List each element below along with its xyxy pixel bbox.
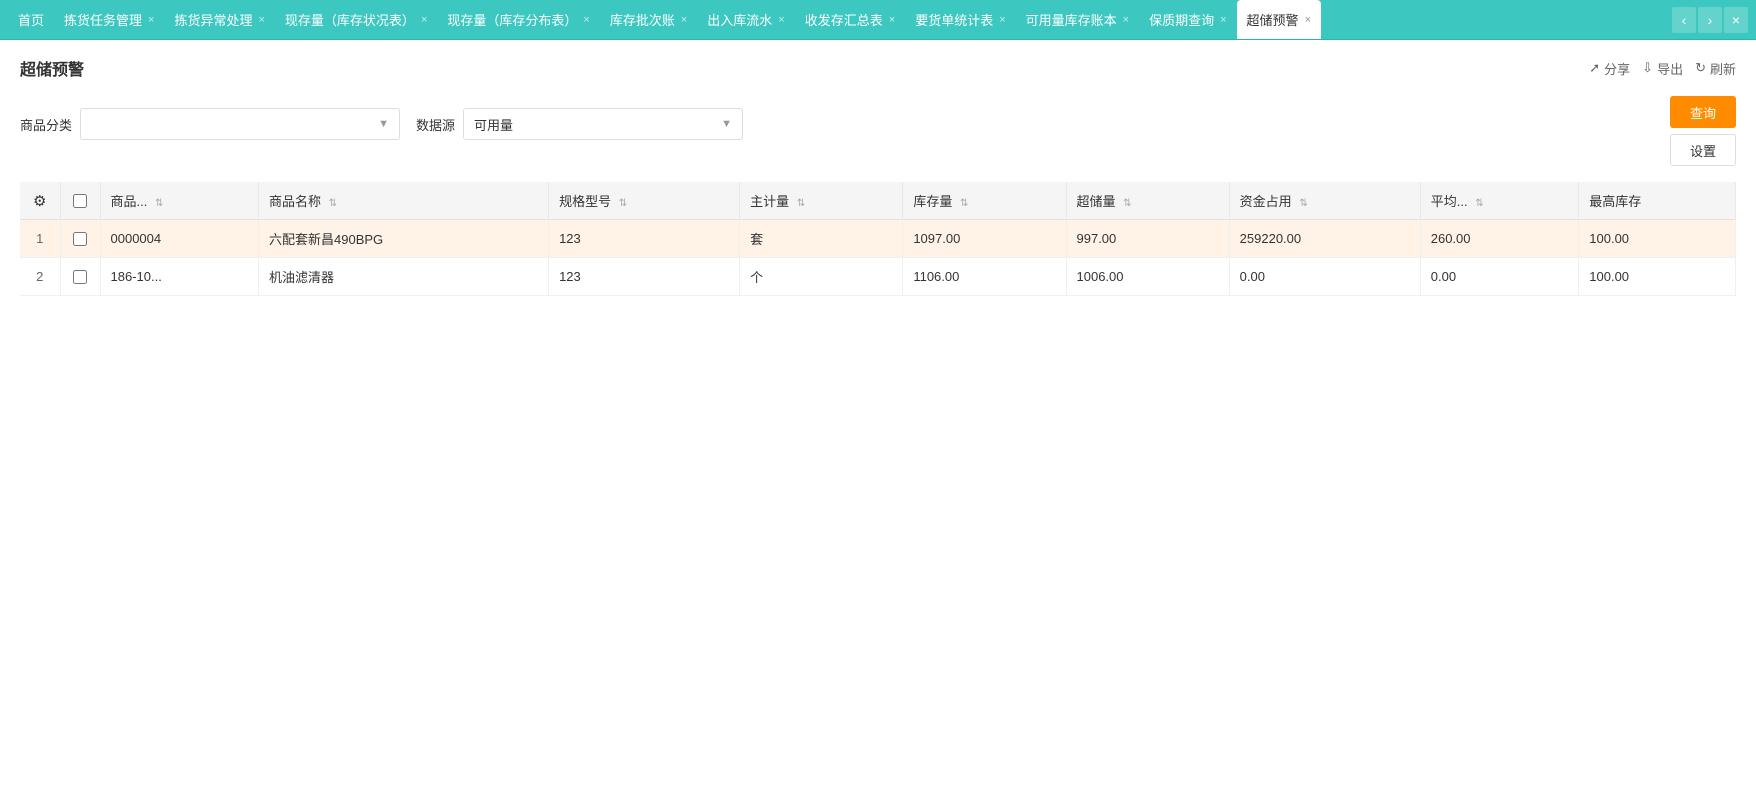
row-num-0: 1 bbox=[20, 220, 60, 258]
refresh-icon: ↻ bbox=[1695, 60, 1706, 76]
gear-icon: ⚙ bbox=[33, 192, 46, 210]
col-capital[interactable]: 资金占用 ⇅ bbox=[1229, 182, 1420, 220]
row-spec-1: 123 bbox=[549, 258, 740, 296]
nav-arrows: ‹ › × bbox=[1672, 7, 1748, 33]
datasource-label: 数据源 bbox=[416, 115, 455, 134]
table-header-row: ⚙ 商品... ⇅ 商品名称 ⇅ 规格型号 bbox=[20, 182, 1736, 220]
row-capital-0: 259220.00 bbox=[1229, 220, 1420, 258]
nav-close-button[interactable]: × bbox=[1724, 7, 1748, 33]
filter-actions: 查询 设置 bbox=[1670, 96, 1736, 166]
nav-tab-stock-dist[interactable]: 现存量（库存分布表） × bbox=[437, 0, 599, 40]
row-avg-1: 0.00 bbox=[1420, 258, 1579, 296]
nav-home[interactable]: 首页 bbox=[8, 10, 54, 29]
page-title: 超储预警 bbox=[20, 56, 84, 80]
data-table: ⚙ 商品... ⇅ 商品名称 ⇅ 规格型号 bbox=[20, 182, 1736, 296]
nav-tab-pick-task[interactable]: 拣货任务管理 × bbox=[54, 0, 164, 40]
sort-icon-product-code: ⇅ bbox=[155, 198, 163, 209]
row-stock-0: 1097.00 bbox=[903, 220, 1066, 258]
sort-icon-capital: ⇅ bbox=[1299, 198, 1307, 209]
datasource-dropdown-icon: ▼ bbox=[721, 118, 732, 130]
close-tab-req-stats[interactable]: × bbox=[999, 14, 1005, 26]
close-tab-available[interactable]: × bbox=[1123, 14, 1129, 26]
close-tab-inout-flow[interactable]: × bbox=[778, 14, 784, 26]
share-button[interactable]: ➚ 分享 bbox=[1589, 59, 1630, 78]
col-product-name[interactable]: 商品名称 ⇅ bbox=[259, 182, 549, 220]
col-avg[interactable]: 平均... ⇅ bbox=[1420, 182, 1579, 220]
close-tab-pick-task[interactable]: × bbox=[148, 14, 154, 26]
refresh-button[interactable]: ↻ 刷新 bbox=[1695, 59, 1736, 78]
row-capital-1: 0.00 bbox=[1229, 258, 1420, 296]
row-stock-1: 1106.00 bbox=[903, 258, 1066, 296]
col-overstock[interactable]: 超储量 ⇅ bbox=[1066, 182, 1229, 220]
nav-tab-inout-flow[interactable]: 出入库流水 × bbox=[697, 0, 794, 40]
row-checkbox-1 bbox=[60, 258, 100, 296]
datasource-filter: 数据源 可用量 ▼ bbox=[416, 108, 743, 140]
col-settings[interactable]: ⚙ bbox=[20, 182, 60, 220]
row-overstock-1: 1006.00 bbox=[1066, 258, 1229, 296]
page-header: 超储预警 ➚ 分享 ⇩ 导出 ↻ 刷新 bbox=[20, 56, 1736, 80]
category-filter: 商品分类 ▼ bbox=[20, 108, 400, 140]
category-dropdown-icon: ▼ bbox=[378, 118, 389, 130]
select-all-checkbox[interactable] bbox=[73, 194, 87, 208]
row-product-code-0: 0000004 bbox=[100, 220, 259, 258]
col-unit[interactable]: 主计量 ⇅ bbox=[740, 182, 903, 220]
table-row: 2 186-10... 机油滤清器 123 个 1106.00 1006.00 … bbox=[20, 258, 1736, 296]
sort-icon-stock: ⇅ bbox=[960, 198, 968, 209]
table-row: 1 0000004 六配套新昌490BPG 123 套 1097.00 997.… bbox=[20, 220, 1736, 258]
row-avg-0: 260.00 bbox=[1420, 220, 1579, 258]
nav-prev-button[interactable]: ‹ bbox=[1672, 7, 1696, 33]
category-label: 商品分类 bbox=[20, 115, 72, 134]
datasource-select[interactable]: 可用量 ▼ bbox=[463, 108, 743, 140]
close-tab-overstock[interactable]: × bbox=[1305, 14, 1311, 26]
close-tab-quality[interactable]: × bbox=[1220, 14, 1226, 26]
nav-tab-req-stats[interactable]: 要货单统计表 × bbox=[905, 0, 1015, 40]
nav-next-button[interactable]: › bbox=[1698, 7, 1722, 33]
share-icon: ➚ bbox=[1589, 60, 1600, 76]
settings-button[interactable]: 设置 bbox=[1670, 134, 1736, 166]
row-product-name-1: 机油滤清器 bbox=[259, 258, 549, 296]
sort-icon-unit: ⇅ bbox=[797, 198, 805, 209]
close-tab-pick-exception[interactable]: × bbox=[258, 14, 264, 26]
nav-tab-overstock[interactable]: 超储预警 × bbox=[1237, 0, 1321, 40]
nav-tab-quality[interactable]: 保质期查询 × bbox=[1139, 0, 1236, 40]
row-checkbox-0 bbox=[60, 220, 100, 258]
sort-icon-avg: ⇅ bbox=[1475, 198, 1483, 209]
export-icon: ⇩ bbox=[1642, 60, 1653, 76]
col-stock[interactable]: 库存量 ⇅ bbox=[903, 182, 1066, 220]
row-spec-0: 123 bbox=[549, 220, 740, 258]
row-product-code-1: 186-10... bbox=[100, 258, 259, 296]
nav-tab-stock-status[interactable]: 现存量（库存状况表） × bbox=[275, 0, 437, 40]
nav-tab-collect[interactable]: 收发存汇总表 × bbox=[795, 0, 905, 40]
col-product-code[interactable]: 商品... ⇅ bbox=[100, 182, 259, 220]
row-unit-0: 套 bbox=[740, 220, 903, 258]
row-max-stock-0: 100.00 bbox=[1579, 220, 1736, 258]
row-unit-1: 个 bbox=[740, 258, 903, 296]
nav-tab-batch[interactable]: 库存批次账 × bbox=[600, 0, 697, 40]
row-max-stock-1: 100.00 bbox=[1579, 258, 1736, 296]
export-button[interactable]: ⇩ 导出 bbox=[1642, 59, 1683, 78]
row-overstock-0: 997.00 bbox=[1066, 220, 1229, 258]
sort-icon-product-name: ⇅ bbox=[329, 198, 337, 209]
row-select-0[interactable] bbox=[73, 232, 87, 246]
header-actions: ➚ 分享 ⇩ 导出 ↻ 刷新 bbox=[1589, 59, 1736, 78]
sort-icon-spec: ⇅ bbox=[619, 198, 627, 209]
close-tab-batch[interactable]: × bbox=[681, 14, 687, 26]
col-checkbox bbox=[60, 182, 100, 220]
datasource-value: 可用量 bbox=[474, 115, 513, 134]
page-content: 超储预警 ➚ 分享 ⇩ 导出 ↻ 刷新 商品分类 ▼ bbox=[0, 40, 1756, 800]
sort-icon-overstock: ⇅ bbox=[1123, 198, 1131, 209]
row-select-1[interactable] bbox=[73, 270, 87, 284]
top-navigation: 首页 拣货任务管理 × 拣货异常处理 × 现存量（库存状况表） × 现存量（库存… bbox=[0, 0, 1756, 40]
close-tab-stock-status[interactable]: × bbox=[421, 14, 427, 26]
category-select[interactable]: ▼ bbox=[80, 108, 400, 140]
nav-tab-available[interactable]: 可用量库存账本 × bbox=[1016, 0, 1139, 40]
row-product-name-0: 六配套新昌490BPG bbox=[259, 220, 549, 258]
col-spec[interactable]: 规格型号 ⇅ bbox=[549, 182, 740, 220]
close-tab-collect[interactable]: × bbox=[889, 14, 895, 26]
row-num-1: 2 bbox=[20, 258, 60, 296]
query-button[interactable]: 查询 bbox=[1670, 96, 1736, 128]
close-tab-stock-dist[interactable]: × bbox=[583, 14, 589, 26]
col-max-stock[interactable]: 最高库存 bbox=[1579, 182, 1736, 220]
nav-tab-pick-exception[interactable]: 拣货异常处理 × bbox=[164, 0, 274, 40]
